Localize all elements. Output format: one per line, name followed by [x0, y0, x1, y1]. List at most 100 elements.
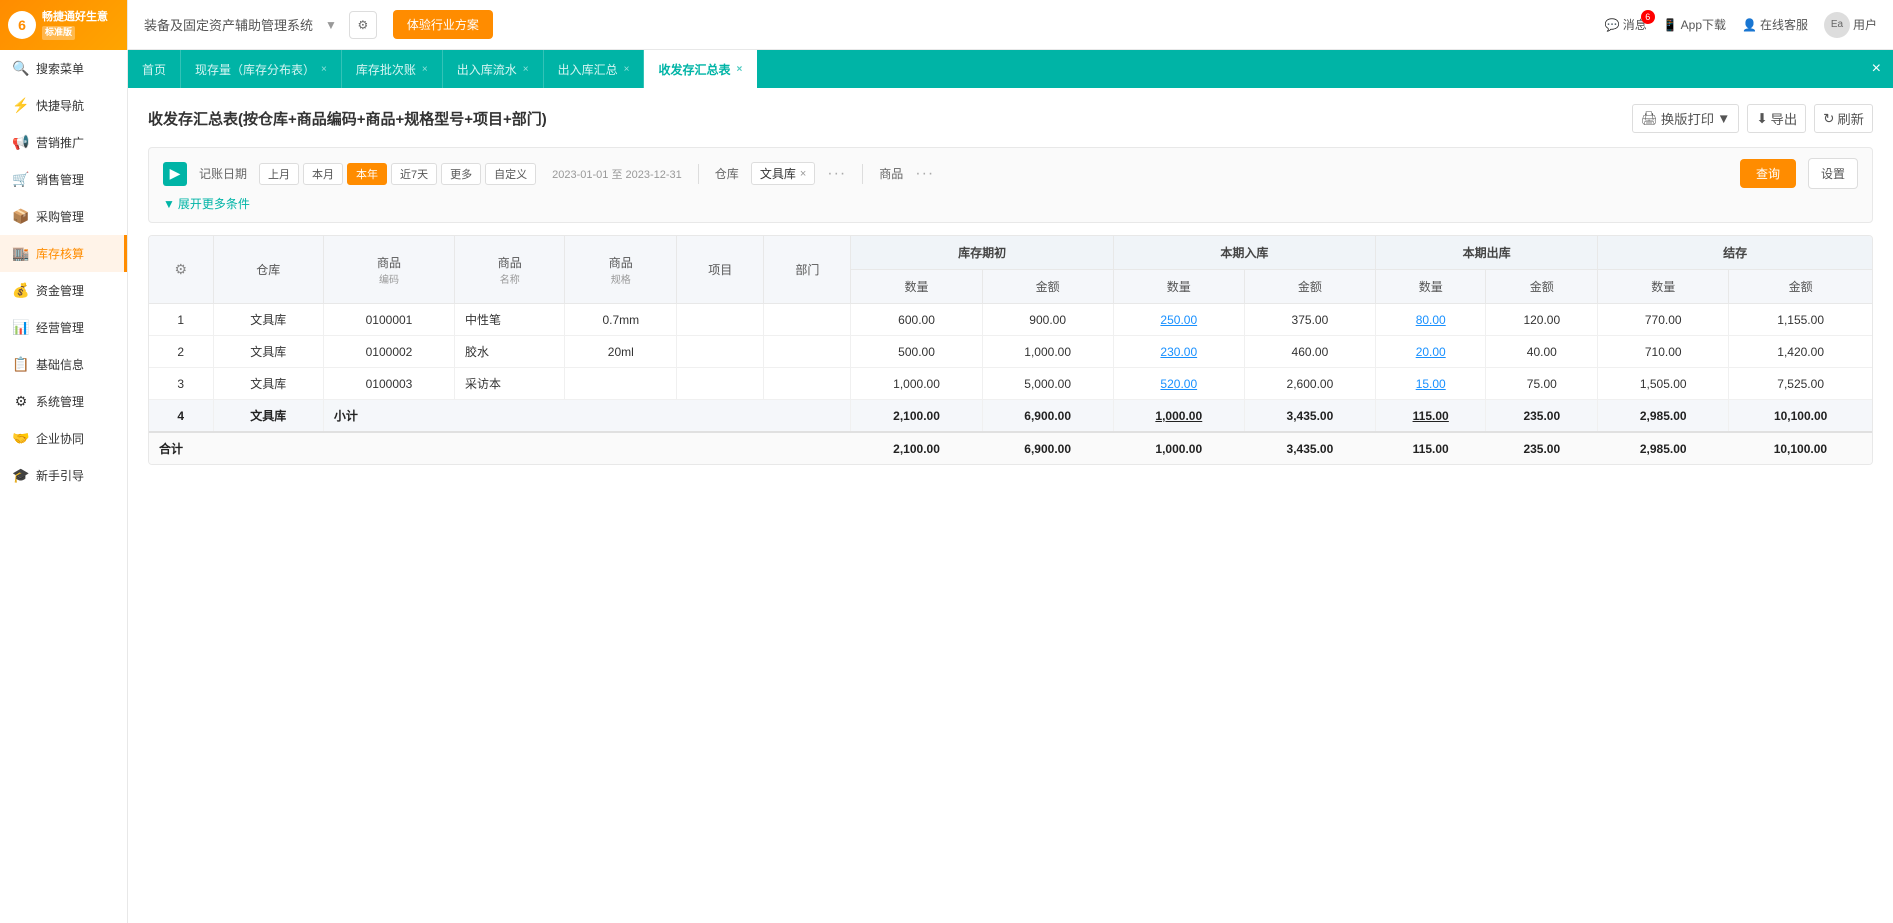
- sidebar-item-marketing[interactable]: 📢营销推广: [0, 124, 127, 161]
- filter-collapse-button[interactable]: ▶: [163, 162, 187, 186]
- tab-recv-send[interactable]: 收发存汇总表×: [644, 50, 757, 88]
- date-btn-更多[interactable]: 更多: [441, 163, 481, 185]
- sidebar-item-purchase[interactable]: 📦采购管理: [0, 198, 127, 235]
- sub-opening-qty: 2,100.00: [851, 400, 982, 433]
- data-table-wrap: ⚙ 仓库 商品编码 商品名称 商品规格 项目 部门 库存期初 本期入库 本期出库…: [148, 235, 1873, 465]
- export-button[interactable]: ⬇ 导出: [1747, 104, 1806, 133]
- system-icon: ⚙: [12, 393, 30, 410]
- sub-out-qty[interactable]: 115.00: [1375, 400, 1485, 433]
- app-download-link[interactable]: 📱 App下载: [1663, 16, 1726, 33]
- system-title: 装备及固定资产辅助管理系统: [144, 15, 313, 34]
- row-close-amt: 1,420.00: [1729, 336, 1872, 368]
- th-in-qty: 数量: [1113, 270, 1244, 304]
- tab-close-inout-summary[interactable]: ×: [624, 64, 630, 75]
- sidebar-item-label: 资金管理: [36, 282, 84, 299]
- enterprise-icon: 🤝: [12, 430, 30, 447]
- goods-more[interactable]: ···: [915, 165, 934, 183]
- expand-icon: ▼: [163, 197, 175, 211]
- tabs-bar: 首页现存量（库存分布表）×库存批次账×出入库流水×出入库汇总×收发存汇总表× ×: [128, 50, 1893, 88]
- sidebar-item-label: 系统管理: [36, 393, 84, 410]
- row-project: [677, 336, 764, 368]
- sidebar-item-enterprise[interactable]: 🤝企业协同: [0, 420, 127, 457]
- row-name: 中性笔: [455, 304, 565, 336]
- warehouse-more[interactable]: ···: [827, 165, 846, 183]
- th-period-out: 本期出库: [1375, 236, 1597, 270]
- sidebar-item-label: 新手引导: [36, 467, 84, 484]
- tab-label-inout-flow: 出入库流水: [457, 61, 517, 78]
- row-in-qty[interactable]: 250.00: [1113, 304, 1244, 336]
- tab-close-inout-flow[interactable]: ×: [523, 64, 529, 75]
- page-title-text: 收发存汇总表(按仓库+商品编码+商品+规格型号+项目+部门): [148, 108, 547, 129]
- query-button[interactable]: 查询: [1740, 159, 1796, 188]
- row-out-qty[interactable]: 80.00: [1375, 304, 1485, 336]
- th-opening-stock: 库存期初: [851, 236, 1113, 270]
- sidebar-item-inventory[interactable]: 🏬库存核算: [0, 235, 127, 272]
- main-area: 装备及固定资产辅助管理系统 ▼ ⚙ 体验行业方案 💬 消息 6 📱 App下载 …: [128, 0, 1893, 923]
- row-close-qty: 710.00: [1598, 336, 1729, 368]
- sub-in-qty[interactable]: 1,000.00: [1113, 400, 1244, 433]
- sidebar-item-system[interactable]: ⚙ 系统管理: [0, 383, 127, 420]
- sidebar-item-finance[interactable]: 💰资金管理: [0, 272, 127, 309]
- warehouse-label: 仓库: [715, 165, 739, 182]
- row-out-qty[interactable]: 20.00: [1375, 336, 1485, 368]
- tab-batch[interactable]: 库存批次账 ×: [342, 50, 443, 88]
- sidebar-item-label: 基础信息: [36, 356, 84, 373]
- date-btn-本年[interactable]: 本年: [347, 163, 387, 185]
- sidebar-item-sales[interactable]: 🛒销售管理: [0, 161, 127, 198]
- tab-stock-dist[interactable]: 现存量（库存分布表）×: [181, 50, 342, 88]
- gear-button[interactable]: ⚙: [349, 11, 377, 39]
- row-no: 3: [149, 368, 213, 400]
- th-settings[interactable]: ⚙: [149, 236, 213, 304]
- online-service-link[interactable]: 👤 在线客服: [1742, 16, 1808, 33]
- refresh-button[interactable]: ↻ 刷新: [1814, 104, 1873, 133]
- row-out-qty[interactable]: 15.00: [1375, 368, 1485, 400]
- header-right: 💬 消息 6 📱 App下载 👤 在线客服 Ea 用户: [1605, 12, 1877, 38]
- sidebar-item-newbie[interactable]: 🎓 新手引导: [0, 457, 127, 494]
- tab-close-stock-dist[interactable]: ×: [321, 64, 327, 75]
- date-btn-本月[interactable]: 本月: [303, 163, 343, 185]
- date-btn-近7天[interactable]: 近7天: [391, 163, 437, 185]
- close-all-tabs-button[interactable]: ×: [1860, 60, 1893, 78]
- newbie-icon: 🎓: [12, 467, 30, 484]
- filter-row-1: ▶ 记账日期 上月本月本年近7天更多自定义 2023-01-01 至 2023-…: [163, 158, 1858, 189]
- row-code: 0100003: [323, 368, 454, 400]
- notification-button[interactable]: 💬 消息 6: [1605, 16, 1647, 33]
- tab-home[interactable]: 首页: [128, 50, 181, 88]
- tab-label-batch: 库存批次账: [356, 61, 416, 78]
- th-period-in: 本期入库: [1113, 236, 1375, 270]
- date-btn-上月[interactable]: 上月: [259, 163, 299, 185]
- basic-icon: 📋: [12, 356, 30, 373]
- warehouse-tag: 文具库 ×: [751, 162, 815, 185]
- sidebar-item-basic[interactable]: 📋 基础信息: [0, 346, 127, 383]
- sales-icon: 🛒: [12, 171, 30, 188]
- sub-no: 4: [149, 400, 213, 433]
- setting-button[interactable]: 设置: [1808, 158, 1858, 189]
- row-in-qty[interactable]: 520.00: [1113, 368, 1244, 400]
- divider-2: [862, 164, 863, 184]
- tab-close-recv-send[interactable]: ×: [736, 64, 742, 75]
- trial-button[interactable]: 体验行业方案: [393, 10, 493, 39]
- system-dropdown[interactable]: ▼: [325, 18, 337, 32]
- inventory-icon: 🏬: [12, 245, 30, 262]
- print-button[interactable]: 🖨 换版打印 ▼: [1632, 104, 1739, 133]
- th-warehouse: 仓库: [213, 236, 323, 304]
- sidebar-item-operation[interactable]: 📊经营管理: [0, 309, 127, 346]
- date-btn-自定义[interactable]: 自定义: [485, 163, 536, 185]
- tab-inout-flow[interactable]: 出入库流水 ×: [443, 50, 544, 88]
- expand-conditions-button[interactable]: ▼ 展开更多条件: [163, 195, 1858, 212]
- row-spec: [565, 368, 677, 400]
- tab-close-batch[interactable]: ×: [422, 64, 428, 75]
- sidebar-item-quicknav[interactable]: ⚡快捷导航: [0, 87, 127, 124]
- warehouse-tag-close[interactable]: ×: [800, 168, 806, 180]
- row-warehouse: 文具库: [213, 336, 323, 368]
- page-content: 收发存汇总表(按仓库+商品编码+商品+规格型号+项目+部门) 🖨 换版打印 ▼ …: [128, 88, 1893, 923]
- table-row: 1 文具库 0100001 中性笔 0.7mm 600.00 900.00 25…: [149, 304, 1872, 336]
- tab-inout-summary[interactable]: 出入库汇总×: [544, 50, 645, 88]
- search-icon: 🔍: [12, 60, 30, 77]
- sub-close-qty: 2,985.00: [1598, 400, 1729, 433]
- th-product-name: 商品名称: [455, 236, 565, 304]
- sidebar-item-search[interactable]: 🔍搜索菜单: [0, 50, 127, 87]
- date-buttons: 上月本月本年近7天更多自定义: [259, 163, 536, 185]
- user-menu[interactable]: Ea 用户: [1824, 12, 1877, 38]
- row-in-qty[interactable]: 230.00: [1113, 336, 1244, 368]
